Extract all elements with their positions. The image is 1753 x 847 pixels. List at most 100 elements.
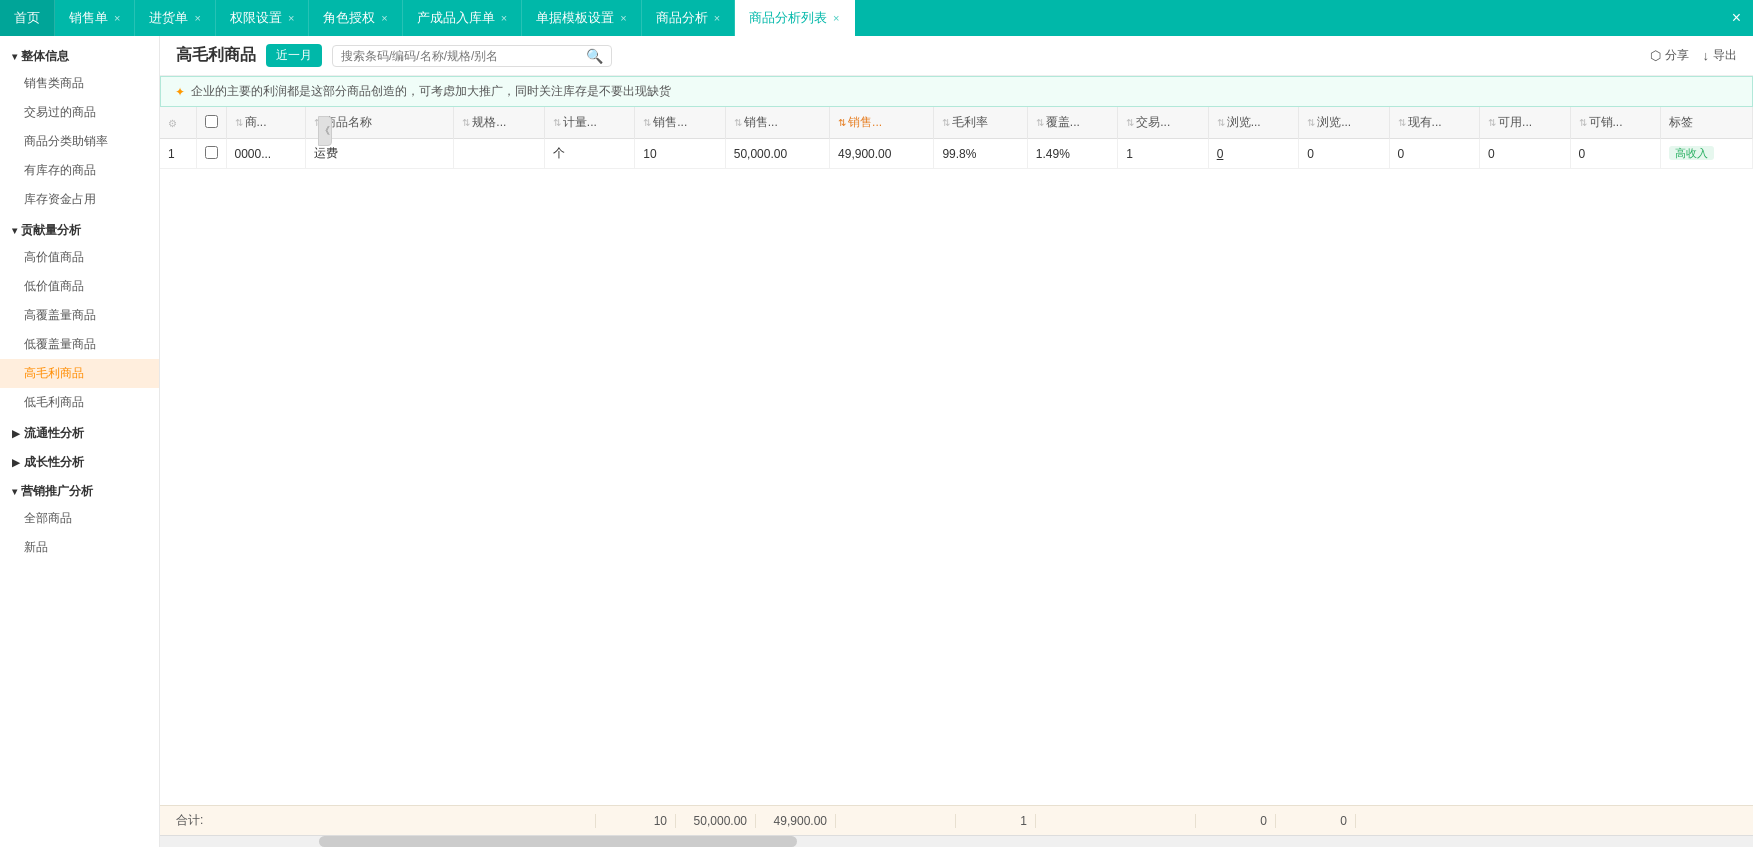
row-checkbox[interactable] [205,146,218,159]
time-filter-button[interactable]: 近一月 [266,44,322,67]
nav-product-warehousing[interactable]: 产成品入库单 × [403,0,522,36]
scrollbar-thumb[interactable] [319,836,797,847]
col-available[interactable]: ⇅可用... [1480,107,1570,139]
data-table-wrap: ⚙ ⇅商... ⇅商品名称 ⇅规格... ⇅计量... ⇅销售... ⇅销售..… [160,107,1753,805]
info-banner: ✦ 企业的主要的利润都是这部分商品创造的，可考虑加大推广，同时关注库存是不要出现… [160,76,1753,107]
horizontal-scrollbar[interactable] [160,835,1753,847]
sidebar-item-new-goods[interactable]: 新品 [0,533,159,562]
sidebar-item-high-value[interactable]: 高价值商品 [0,243,159,272]
col-code[interactable]: ⇅商... [226,107,306,139]
footer-sales2: 50,000.00 [676,814,756,828]
table-row: 1 0000... 运费 个 10 50,000.00 49,900.00 99… [160,139,1753,169]
export-button[interactable]: ↓ 导出 [1703,47,1738,64]
export-icon: ↓ [1703,48,1710,63]
cell-current: 0 [1389,139,1479,169]
footer-sellable: 0 [1276,814,1356,828]
cell-coverage: 1.49% [1027,139,1117,169]
col-sales1[interactable]: ⇅销售... [635,107,725,139]
nav-product-analysis-list[interactable]: 商品分析列表 × [735,0,854,36]
col-browse1[interactable]: ⇅浏览... [1208,107,1298,139]
nav-template-settings[interactable]: 单据模板设置 × [522,0,641,36]
col-transaction[interactable]: ⇅交易... [1118,107,1208,139]
window-close-button[interactable]: × [1720,0,1753,36]
content-area: 高毛利商品 近一月 🔍 ⬡ 分享 ↓ 导出 ✦ 企业的主要的利润都是这部分商品创… [160,36,1753,847]
col-gross-margin[interactable]: ⇅毛利率 [934,107,1027,139]
sidebar-item-low-coverage[interactable]: 低覆盖量商品 [0,330,159,359]
footer-cells: 10 50,000.00 49,900.00 1 0 0 [256,814,1356,828]
cell-tag: 高收入 [1660,139,1752,169]
col-sellable[interactable]: ⇅可销... [1570,107,1660,139]
select-all-checkbox[interactable] [205,115,218,128]
browse1-link[interactable]: 0 [1217,147,1224,161]
footer-total-bar: 合计: 10 50,000.00 49,900.00 1 0 0 [160,805,1753,835]
footer-spacer1 [256,814,596,828]
close-sales-order-icon[interactable]: × [114,12,120,24]
nav-purchase-order[interactable]: 进货单 × [135,0,215,36]
close-purchase-order-icon[interactable]: × [194,12,200,24]
footer-label: 合计: [176,812,256,829]
col-checkbox[interactable] [196,107,226,139]
close-template-icon[interactable]: × [620,12,626,24]
top-nav: 首页 销售单 × 进货单 × 权限设置 × 角色授权 × 产成品入库单 × 单据… [0,0,1753,36]
sidebar: ▾ 整体信息 销售类商品 交易过的商品 商品分类助销率 有库存的商品 库存资金占… [0,36,160,847]
cell-code[interactable]: 0000... [226,139,306,169]
nav-permission-settings[interactable]: 权限设置 × [216,0,309,36]
arrow-overall-icon: ▾ [12,51,17,62]
col-unit[interactable]: ⇅计量... [544,107,634,139]
sidebar-item-stock-capital[interactable]: 库存资金占用 [0,185,159,214]
nav-role-auth[interactable]: 角色授权 × [309,0,402,36]
sidebar-item-low-value[interactable]: 低价值商品 [0,272,159,301]
nav-sales-order[interactable]: 销售单 × [55,0,135,36]
search-icon[interactable]: 🔍 [586,48,603,64]
col-coverage[interactable]: ⇅覆盖... [1027,107,1117,139]
sidebar-item-low-margin[interactable]: 低毛利商品 [0,388,159,417]
cell-transaction: 1 [1118,139,1208,169]
cell-browse1[interactable]: 0 [1208,139,1298,169]
sidebar-group-growth[interactable]: ▶ 成长性分析 [0,446,159,475]
cell-sales3: 49,900.00 [830,139,934,169]
footer-spacer3 [1036,814,1196,828]
sidebar-item-high-margin[interactable]: 高毛利商品 [0,359,159,388]
col-sales3[interactable]: ⇅销售... [830,107,934,139]
sidebar-item-category-rate[interactable]: 商品分类助销率 [0,127,159,156]
cell-sales1: 10 [635,139,725,169]
sidebar-item-sales-goods[interactable]: 销售类商品 [0,69,159,98]
sidebar-item-traded-goods[interactable]: 交易过的商品 [0,98,159,127]
sidebar-group-liquidity[interactable]: ▶ 流通性分析 [0,417,159,446]
sidebar-item-stocked-goods[interactable]: 有库存的商品 [0,156,159,185]
col-current[interactable]: ⇅现有... [1389,107,1479,139]
close-permission-icon[interactable]: × [288,12,294,24]
table-header-row: ⚙ ⇅商... ⇅商品名称 ⇅规格... ⇅计量... ⇅销售... ⇅销售..… [160,107,1753,139]
cell-checkbox[interactable] [196,139,226,169]
col-browse2[interactable]: ⇅浏览... [1299,107,1389,139]
info-icon: ✦ [175,85,185,99]
sidebar-toggle-button[interactable]: 《 [318,116,332,146]
sidebar-group-contribution[interactable]: ▾ 贡献量分析 [0,214,159,243]
arrow-liquidity-icon: ▶ [12,428,20,439]
col-sales2[interactable]: ⇅销售... [725,107,829,139]
share-button[interactable]: ⬡ 分享 [1650,47,1689,64]
sidebar-item-high-coverage[interactable]: 高覆盖量商品 [0,301,159,330]
footer-transaction: 1 [956,814,1036,828]
close-analysis-icon[interactable]: × [714,12,720,24]
close-analysis-list-icon[interactable]: × [833,12,839,24]
col-tag[interactable]: 标签 [1660,107,1752,139]
nav-product-analysis[interactable]: 商品分析 × [642,0,735,36]
arrow-marketing-icon: ▾ [12,486,17,497]
nav-home[interactable]: 首页 [0,0,55,36]
cell-browse2: 0 [1299,139,1389,169]
col-spec[interactable]: ⇅规格... [454,107,544,139]
close-product-warehousing-icon[interactable]: × [501,12,507,24]
footer-spacer2 [836,814,956,828]
close-role-icon[interactable]: × [381,12,387,24]
sidebar-group-marketing[interactable]: ▾ 营销推广分析 [0,475,159,504]
search-input[interactable] [341,49,586,63]
cell-sellable: 0 [1570,139,1660,169]
cell-sales2: 50,000.00 [725,139,829,169]
main-layout: ▾ 整体信息 销售类商品 交易过的商品 商品分类助销率 有库存的商品 库存资金占… [0,36,1753,847]
sidebar-item-all-goods[interactable]: 全部商品 [0,504,159,533]
sidebar-group-overall[interactable]: ▾ 整体信息 [0,40,159,69]
cell-available: 0 [1480,139,1570,169]
footer-available: 0 [1196,814,1276,828]
col-index: ⚙ [160,107,196,139]
